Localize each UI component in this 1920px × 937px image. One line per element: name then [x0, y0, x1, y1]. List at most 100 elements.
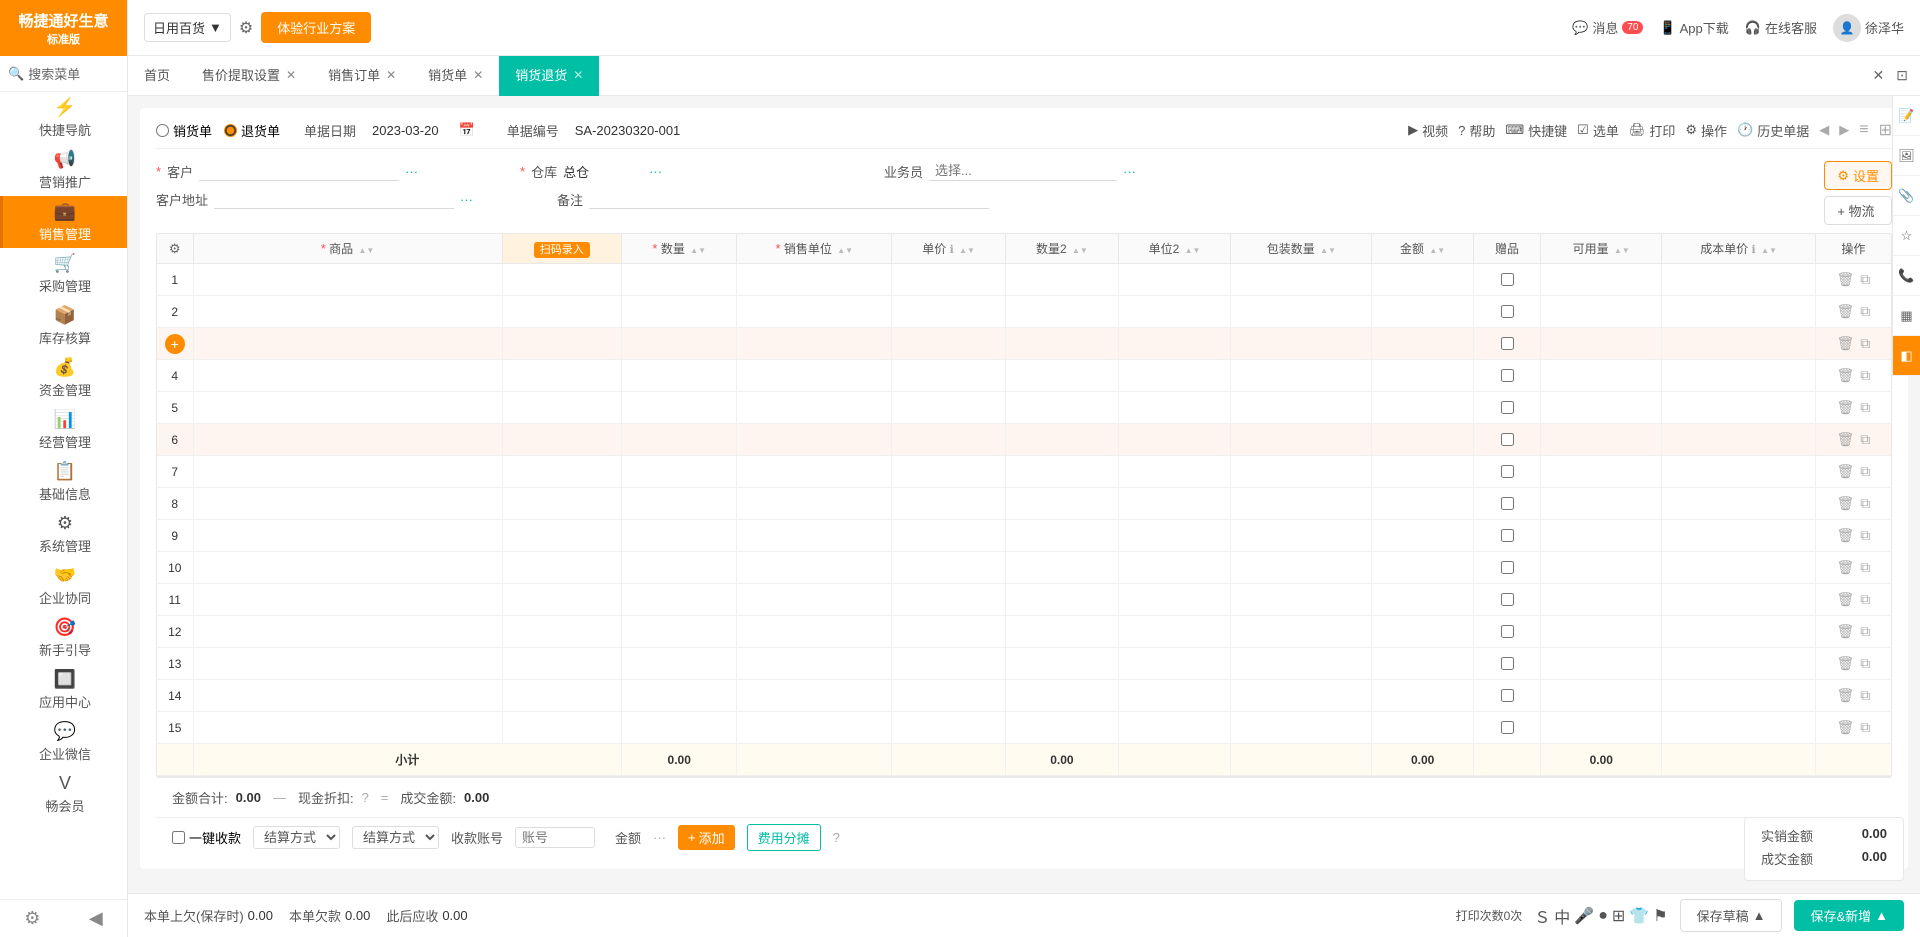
- gift-checkbox[interactable]: [1501, 273, 1514, 286]
- delete-row-icon[interactable]: 🗑: [1836, 719, 1854, 736]
- copy-row-icon[interactable]: ⧉: [1860, 367, 1870, 384]
- one-click-checkbox[interactable]: [172, 831, 185, 844]
- delete-row-icon[interactable]: 🗑: [1836, 591, 1854, 608]
- s-icon-2[interactable]: 中: [1554, 904, 1570, 928]
- delete-row-icon[interactable]: 🗑: [1836, 559, 1854, 576]
- gift-cell[interactable]: [1474, 296, 1541, 328]
- tab-close-icon[interactable]: ✕: [473, 68, 483, 82]
- delete-row-icon[interactable]: 🗑: [1836, 367, 1854, 384]
- delete-row-icon[interactable]: 🗑: [1836, 623, 1854, 640]
- cost-sort-icon[interactable]: ▲▼: [1761, 246, 1777, 255]
- s-icon-1[interactable]: Ｓ: [1534, 904, 1550, 928]
- copy-row-icon[interactable]: ⧉: [1860, 623, 1870, 640]
- close-all-tabs-icon[interactable]: ✕: [1869, 65, 1889, 86]
- list-view-icon[interactable]: ≡: [1859, 121, 1868, 139]
- collapse-sidebar-icon[interactable]: ◀: [89, 908, 103, 929]
- delete-row-icon[interactable]: 🗑: [1836, 655, 1854, 672]
- gift-checkbox[interactable]: [1501, 593, 1514, 606]
- gift-checkbox[interactable]: [1501, 433, 1514, 446]
- add-payment-btn[interactable]: + 添加: [678, 825, 735, 850]
- gift-checkbox[interactable]: [1501, 497, 1514, 510]
- message-btn[interactable]: 💬 消息 70: [1572, 18, 1643, 37]
- gift-cell[interactable]: [1474, 264, 1541, 296]
- next-record-icon[interactable]: ▶: [1839, 122, 1849, 138]
- product-cell[interactable]: [193, 264, 502, 296]
- gift-cell[interactable]: [1474, 328, 1541, 360]
- gift-checkbox[interactable]: [1501, 529, 1514, 542]
- app-download-btn[interactable]: 📱 App下载: [1659, 18, 1728, 37]
- sidebar-item-shortcut[interactable]: ⚡ 快捷导航: [0, 92, 127, 144]
- unit2-cell[interactable]: [1118, 296, 1231, 328]
- gift-checkbox[interactable]: [1501, 721, 1514, 734]
- available-cell[interactable]: [1541, 328, 1662, 360]
- maximize-icon[interactable]: ⊡: [1892, 65, 1912, 86]
- operation-btn[interactable]: ⚙ 操作: [1685, 121, 1727, 140]
- logistics-btn[interactable]: + 物流: [1824, 196, 1892, 225]
- float-qr-btn[interactable]: ▦: [1893, 296, 1920, 336]
- qty2-cell[interactable]: [1006, 328, 1119, 360]
- price-cell[interactable]: [892, 264, 1006, 296]
- fee-help-icon[interactable]: ?: [833, 830, 840, 845]
- fee-split-btn[interactable]: 费用分摊: [747, 824, 821, 851]
- industry-selector[interactable]: 日用百货 ▼: [144, 13, 231, 42]
- float-star-btn[interactable]: ☆: [1893, 216, 1920, 256]
- tab-home[interactable]: 首页: [128, 56, 186, 96]
- sidebar-item-apps[interactable]: 🔲 应用中心: [0, 664, 127, 716]
- sidebar-item-wechat[interactable]: 💬 企业微信: [0, 716, 127, 768]
- delete-row-icon[interactable]: 🗑: [1836, 527, 1854, 544]
- add-row-btn[interactable]: +: [165, 334, 185, 354]
- qty2-sort-icon[interactable]: ▲▼: [1072, 246, 1088, 255]
- s-icon-7[interactable]: ⚑: [1653, 906, 1667, 926]
- sidebar-item-operations[interactable]: 📊 经营管理: [0, 404, 127, 456]
- gift-checkbox[interactable]: [1501, 657, 1514, 670]
- cash-help-icon[interactable]: ?: [362, 790, 369, 805]
- unit2-cell[interactable]: [1118, 328, 1231, 360]
- cost-price-cell[interactable]: [1662, 328, 1815, 360]
- grid-view-icon[interactable]: ⊞: [1879, 120, 1892, 140]
- copy-row-icon[interactable]: ⧉: [1860, 431, 1870, 448]
- delete-row-icon[interactable]: 🗑: [1836, 335, 1854, 352]
- float-image-btn[interactable]: 🖼: [1893, 136, 1920, 176]
- s-icon-5[interactable]: ⊞: [1612, 906, 1625, 926]
- copy-row-icon[interactable]: ⧉: [1860, 687, 1870, 704]
- tab-sales-delivery[interactable]: 销货单 ✕: [412, 56, 499, 96]
- scan-btn[interactable]: 扫码录入: [534, 242, 590, 258]
- salesperson-input[interactable]: [929, 161, 1117, 181]
- tab-sales-return[interactable]: 销货退货 ✕: [499, 56, 599, 96]
- tab-close-icon[interactable]: ✕: [573, 68, 583, 82]
- settings-bottom-icon[interactable]: ⚙: [24, 908, 40, 929]
- unit-cell[interactable]: [737, 296, 892, 328]
- sidebar-item-basic[interactable]: 📋 基础信息: [0, 456, 127, 508]
- qty2-cell[interactable]: [1006, 296, 1119, 328]
- cost-price-cell[interactable]: [1662, 296, 1815, 328]
- prev-record-icon[interactable]: ◀: [1819, 122, 1829, 138]
- gift-checkbox[interactable]: [1501, 625, 1514, 638]
- sidebar-item-marketing[interactable]: 📢 营销推广: [0, 144, 127, 196]
- float-note-btn[interactable]: 📝: [1893, 96, 1920, 136]
- amount-cell[interactable]: [1372, 264, 1474, 296]
- warehouse-dots-btn[interactable]: ···: [649, 164, 662, 179]
- help-btn[interactable]: ? 帮助: [1458, 121, 1495, 140]
- gift-checkbox[interactable]: [1501, 561, 1514, 574]
- radio-return[interactable]: 退货单: [224, 121, 280, 140]
- price-cell[interactable]: [892, 296, 1006, 328]
- delete-row-icon[interactable]: 🗑: [1836, 399, 1854, 416]
- tab-close-icon[interactable]: ✕: [286, 68, 296, 82]
- sidebar-item-system[interactable]: ⚙ 系统管理: [0, 508, 127, 560]
- qty-cell[interactable]: [622, 264, 737, 296]
- sidebar-item-finance[interactable]: 💰 资金管理: [0, 352, 127, 404]
- topbar-gear-icon[interactable]: ⚙: [239, 18, 253, 38]
- unit-cell[interactable]: [737, 328, 892, 360]
- amount-cell[interactable]: [1372, 328, 1474, 360]
- customer-dots-btn[interactable]: ···: [405, 164, 418, 179]
- qty-cell[interactable]: [622, 328, 737, 360]
- settle-method-select[interactable]: 结算方式: [253, 826, 340, 849]
- online-service-btn[interactable]: 🎧 在线客服: [1745, 18, 1817, 37]
- sidebar-item-member[interactable]: V 畅会员: [0, 768, 127, 820]
- gift-checkbox[interactable]: [1501, 305, 1514, 318]
- radio-sales[interactable]: 销货单: [156, 121, 212, 140]
- float-active-btn[interactable]: ◧: [1893, 336, 1920, 376]
- settings-btn[interactable]: ⚙ 设置: [1824, 161, 1892, 190]
- amount-cell[interactable]: [1372, 296, 1474, 328]
- salesperson-dots-btn[interactable]: ···: [1123, 164, 1136, 179]
